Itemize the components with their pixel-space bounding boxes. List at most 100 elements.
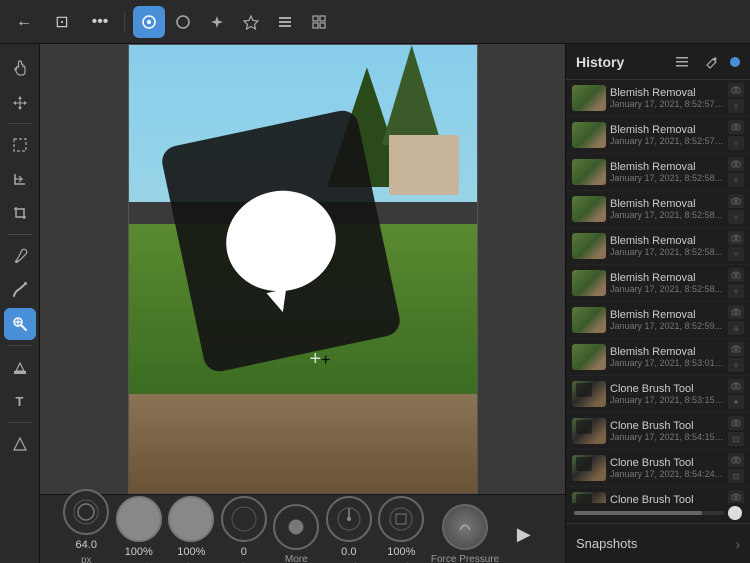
history-item-date: January 17, 2021, 8:52:57 AM (610, 99, 724, 109)
history-item[interactable]: Clone Brush Tool January 17, 2021, 8:54:… (566, 487, 750, 503)
select-tool[interactable] (4, 129, 36, 161)
circle-icon (175, 14, 191, 30)
shape-tool[interactable] (4, 428, 36, 460)
history-camera-icon (728, 157, 744, 171)
grid-tool-btn[interactable] (303, 6, 335, 38)
transform-tool[interactable] (4, 163, 36, 195)
width-circle[interactable] (63, 489, 109, 535)
text-tool[interactable]: T (4, 385, 36, 417)
bars-icon (277, 14, 293, 30)
panel-edit-btn[interactable] (700, 50, 724, 74)
more-icon: ••• (92, 13, 109, 31)
flow-circle[interactable] (168, 496, 214, 542)
history-item-name: Blemish Removal (610, 124, 724, 136)
scale-value: 100% (387, 546, 415, 558)
history-item-name: Blemish Removal (610, 161, 724, 173)
history-side-icon: ▿ (728, 247, 744, 261)
crop-tool[interactable] (4, 197, 36, 229)
history-side-icon: ▿ (728, 99, 744, 113)
history-side-icon: ⊡ (728, 432, 744, 446)
panel-title: History (576, 54, 664, 70)
history-text: Blemish Removal January 17, 2021, 8:53:0… (610, 346, 724, 368)
brush-tool-btn[interactable] (133, 6, 165, 38)
select-icon (12, 137, 28, 153)
history-text: Blemish Removal January 17, 2021, 8:52:5… (610, 272, 724, 294)
circle-tool-btn[interactable] (167, 6, 199, 38)
history-item[interactable]: Clone Brush Tool January 17, 2021, 8:54:… (566, 413, 750, 450)
clone-tool[interactable] (4, 308, 36, 340)
opacity-value: 100% (125, 546, 153, 558)
crop-icon (12, 205, 28, 221)
history-item-icons: ⊡ (728, 490, 744, 503)
history-item-name: Blemish Removal (610, 235, 724, 247)
fill-tool[interactable] (4, 351, 36, 383)
history-item[interactable]: Blemish Removal January 17, 2021, 8:53:0… (566, 339, 750, 376)
clone-icon (12, 316, 28, 332)
play-button[interactable]: ▶ (506, 517, 542, 553)
history-text: Clone Brush Tool January 17, 2021, 8:54:… (610, 494, 724, 503)
history-side-icon: ⊡ (728, 469, 744, 483)
history-item-name: Blemish Removal (610, 272, 724, 284)
bars-tool-btn[interactable] (269, 6, 301, 38)
photo-plank (129, 394, 477, 493)
back-button[interactable]: ← (8, 6, 40, 38)
history-item[interactable]: Blemish Removal January 17, 2021, 8:52:5… (566, 154, 750, 191)
history-thumb (572, 270, 606, 296)
history-text: Blemish Removal January 17, 2021, 8:52:5… (610, 87, 724, 109)
history-item[interactable]: Blemish Removal January 17, 2021, 8:52:5… (566, 228, 750, 265)
history-item[interactable]: Blemish Removal January 17, 2021, 8:52:5… (566, 117, 750, 154)
progress-bar-container (566, 503, 750, 523)
snapshots-chevron: › (735, 536, 740, 552)
canvas-area: + 64.0 px Width 100% Opacit (40, 44, 565, 563)
more-button[interactable]: ••• (84, 6, 116, 38)
scale-circle[interactable] (378, 496, 424, 542)
history-thumb (572, 455, 606, 481)
canvas-container[interactable]: + (40, 44, 565, 494)
history-item-name: Blemish Removal (610, 198, 724, 210)
document-button[interactable]: ⊡ (46, 6, 78, 38)
history-item[interactable]: Blemish Removal January 17, 2021, 8:52:5… (566, 265, 750, 302)
history-item[interactable]: Blemish Removal January 17, 2021, 8:52:5… (566, 80, 750, 117)
hand-tool[interactable] (4, 52, 36, 84)
history-item[interactable]: Clone Brush Tool January 17, 2021, 8:53:… (566, 376, 750, 413)
more-circle[interactable] (273, 504, 319, 550)
pressure-circle[interactable] (442, 504, 488, 550)
history-item-date: January 17, 2021, 8:52:58... (610, 284, 724, 294)
history-item-name: Clone Brush Tool (610, 494, 724, 503)
history-thumb (572, 492, 606, 503)
opacity-circle[interactable] (116, 496, 162, 542)
magic-tool-btn[interactable] (201, 6, 233, 38)
history-item-icons: ▿ (728, 157, 744, 187)
star-icon (243, 14, 259, 30)
history-thumb (572, 233, 606, 259)
move-tool[interactable] (4, 86, 36, 118)
history-thumb (572, 418, 606, 444)
history-item[interactable]: Blemish Removal January 17, 2021, 8:52:5… (566, 191, 750, 228)
snapshots-footer[interactable]: Snapshots › (566, 523, 750, 563)
hand-icon (12, 60, 28, 76)
star-tool-btn[interactable] (235, 6, 267, 38)
play-icon: ▶ (517, 524, 531, 545)
paint-tool[interactable] (4, 274, 36, 306)
history-item[interactable]: Clone Brush Tool January 17, 2021, 8:54:… (566, 450, 750, 487)
canvas-image: + (128, 44, 478, 494)
eyedrop-tool[interactable] (4, 240, 36, 272)
progress-dot[interactable] (728, 506, 742, 520)
paint-icon (12, 282, 28, 298)
history-item-icons: ▿ (728, 120, 744, 150)
eyedrop-icon (12, 248, 28, 264)
pressure-label: Force Pressure (431, 554, 499, 563)
history-item[interactable]: Blemish Removal January 17, 2021, 8:52:5… (566, 302, 750, 339)
separator (124, 12, 125, 32)
status-dot (730, 57, 740, 67)
history-item-name: Clone Brush Tool (610, 383, 724, 395)
panel-list-btn[interactable] (670, 50, 694, 74)
hardness-circle[interactable] (221, 496, 267, 542)
transform-icon (12, 171, 28, 187)
pressure-visual (450, 512, 480, 542)
top-bar: ← ⊡ ••• (0, 0, 750, 44)
history-side-icon: ▿ (728, 210, 744, 224)
toolbar-separator4 (8, 422, 32, 423)
grid-icon (311, 14, 327, 30)
rotation-circle[interactable] (326, 496, 372, 542)
